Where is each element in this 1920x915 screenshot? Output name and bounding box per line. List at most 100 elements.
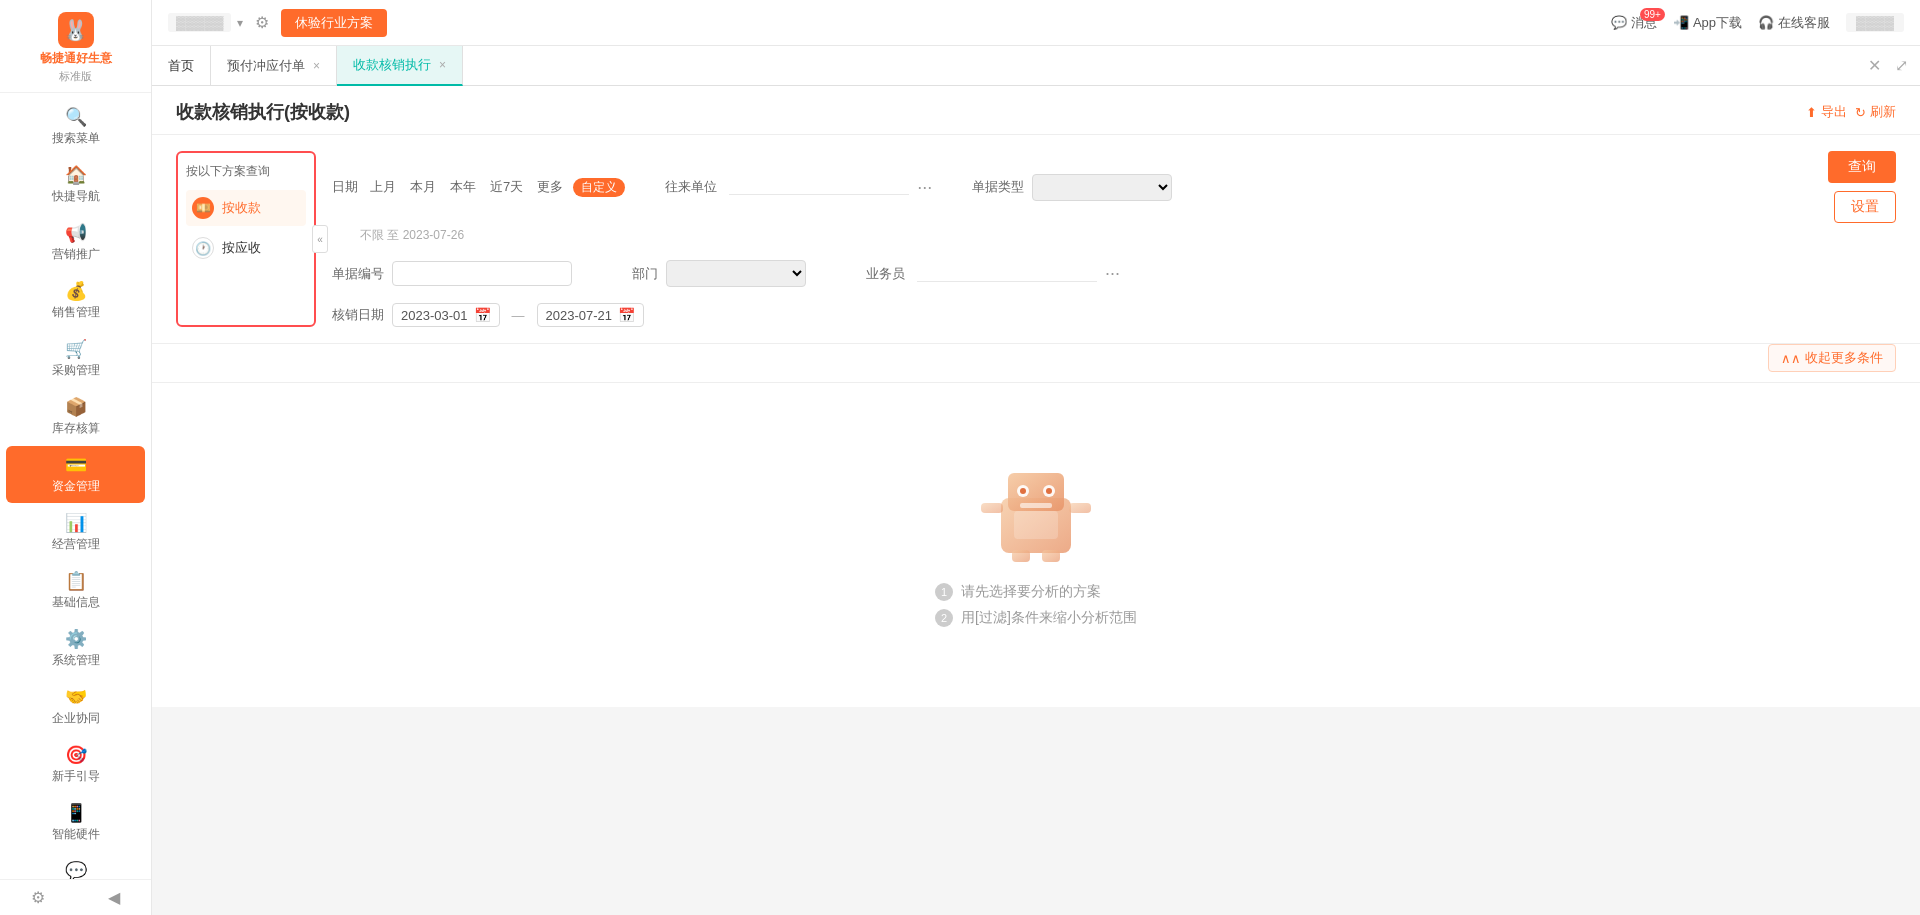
svg-rect-6 [1020, 503, 1052, 508]
svg-rect-11 [1069, 503, 1091, 513]
online-service-btn[interactable]: 🎧 在线客服 [1758, 14, 1830, 32]
sidebar-item-capital[interactable]: 💳 资金管理 [6, 446, 145, 503]
collapse-more-conditions-btn[interactable]: ∧∧ 收起更多条件 [1768, 344, 1896, 372]
close-tab-icon[interactable]: ✕ [1864, 52, 1885, 79]
filter-main: 日期 上月 本月 本年 近7天 更多 自定义 往来单位 ·· [332, 151, 1896, 327]
counterparty-field: 往来单位 ··· [665, 177, 932, 198]
settings-btn[interactable]: 设置 [1834, 191, 1896, 223]
wechat-icon: 💬 [65, 860, 87, 879]
sidebar-label-operation: 经营管理 [52, 536, 100, 553]
this-month-btn[interactable]: 本月 [406, 176, 440, 198]
sidebar-item-wechat[interactable]: 💬 企业微信 [6, 852, 145, 879]
tab-prepay[interactable]: 预付冲应付单 × [211, 46, 337, 86]
writeoff-date-end-input[interactable]: 2023-07-21 📅 [537, 303, 645, 327]
sidebar-item-guide[interactable]: 🎯 新手引导 [6, 736, 145, 793]
more-date-btn[interactable]: 更多 [533, 176, 567, 198]
hardware-icon: 📱 [65, 802, 87, 824]
sidebar-item-basic-info[interactable]: 📋 基础信息 [6, 562, 145, 619]
tab-receivable-writeoff[interactable]: 收款核销执行 × [337, 46, 463, 86]
sidebar-item-cooperation[interactable]: 🤝 企业协同 [6, 678, 145, 735]
salesperson-more-icon[interactable]: ··· [1105, 263, 1120, 284]
svg-point-5 [1046, 488, 1052, 494]
sidebar-settings-btn[interactable]: ⚙ [31, 888, 45, 907]
sidebar-label-marketing: 营销推广 [52, 246, 100, 263]
cooperation-icon: 🤝 [65, 686, 87, 708]
empty-state: 1 请先选择要分析的方案 2 用[过滤]条件来缩小分析范围 [152, 383, 1920, 707]
sidebar-item-operation[interactable]: 📊 经营管理 [6, 504, 145, 561]
filter-option-receivable-label: 按应收 [222, 239, 261, 257]
page-title: 收款核销执行(按收款) [176, 100, 350, 124]
industry-btn[interactable]: 休验行业方案 [281, 9, 387, 37]
prepay-tab-label: 预付冲应付单 [227, 57, 305, 75]
dept-field: 部门 [632, 260, 806, 287]
sidebar-item-hardware[interactable]: 📱 智能硬件 [6, 794, 145, 851]
empty-tip-1: 1 请先选择要分析的方案 [935, 583, 1137, 601]
app-download-btn[interactable]: 📲 App下载 [1673, 14, 1742, 32]
writeoff-date-field: 核销日期 2023-03-01 📅 — 2023-07-21 📅 [332, 303, 644, 327]
calendar-icon-start: 📅 [474, 307, 491, 323]
date-shortcuts: 上月 本月 本年 近7天 更多 自定义 [366, 176, 625, 198]
custom-date-tag[interactable]: 自定义 [573, 178, 625, 197]
bill-type-select[interactable] [1032, 174, 1172, 201]
sidebar-footer: ⚙ ◀ [0, 879, 151, 915]
filter-collapse-row: ∧∧ 收起更多条件 [152, 344, 1920, 383]
topbar-settings-icon[interactable]: ⚙ [255, 13, 269, 32]
query-btn[interactable]: 查询 [1828, 151, 1896, 183]
sidebar-item-inventory[interactable]: 📦 库存核算 [6, 388, 145, 445]
svg-rect-7 [1014, 511, 1058, 539]
purchase-icon: 🛒 [65, 338, 87, 360]
last-month-btn[interactable]: 上月 [366, 176, 400, 198]
refresh-btn[interactable]: ↻ 刷新 [1855, 103, 1896, 121]
message-btn[interactable]: 💬 消息 99+ [1611, 14, 1657, 32]
sidebar-item-sales[interactable]: 💰 销售管理 [6, 272, 145, 329]
tab-home[interactable]: 首页 [152, 46, 211, 86]
svg-rect-9 [1042, 550, 1060, 562]
bill-no-field: 单据编号 [332, 261, 572, 286]
last-7days-btn[interactable]: 近7天 [486, 176, 527, 198]
filter-scheme-title: 按以下方案查询 [186, 163, 306, 180]
sidebar-item-quick-nav[interactable]: 🏠 快捷导航 [6, 156, 145, 213]
collapse-label: 收起更多条件 [1805, 349, 1883, 367]
receivable-writeoff-tab-close[interactable]: × [439, 58, 446, 72]
sidebar-label-quick-nav: 快捷导航 [52, 188, 100, 205]
filter-option-by-receipt[interactable]: 💴 按收款 [186, 190, 306, 226]
expand-tab-icon[interactable]: ⤢ [1891, 52, 1912, 79]
date-separator: — [508, 308, 529, 323]
topbar-dropdown-icon[interactable]: ▾ [237, 16, 243, 30]
collapse-icon: ∧∧ [1781, 351, 1801, 366]
sidebar-item-search[interactable]: 🔍 搜索菜单 [6, 98, 145, 155]
filter-sidebar-collapse-btn[interactable]: « [312, 225, 328, 253]
topbar: ▓▓▓▓▓ ▾ ⚙ 休验行业方案 💬 消息 99+ 📲 App下载 🎧 在线客服… [152, 0, 1920, 46]
sidebar-item-marketing[interactable]: 📢 营销推广 [6, 214, 145, 271]
home-icon: 🏠 [65, 164, 87, 186]
sidebar-item-purchase[interactable]: 🛒 采购管理 [6, 330, 145, 387]
this-year-btn[interactable]: 本年 [446, 176, 480, 198]
salesperson-field: 业务员 ··· [866, 263, 1120, 284]
salesperson-label: 业务员 [866, 265, 905, 283]
topbar-right: 💬 消息 99+ 📲 App下载 🎧 在线客服 ▓▓▓▓ [1611, 13, 1904, 32]
topbar-company-area: ▓▓▓▓▓ ▾ [168, 13, 243, 32]
filter-row-2: 单据编号 部门 业务员 ··· [332, 260, 1896, 287]
refresh-icon: ↻ [1855, 105, 1866, 120]
dept-select[interactable] [666, 260, 806, 287]
inventory-icon: 📦 [65, 396, 87, 418]
sidebar-nav: 🔍 搜索菜单 🏠 快捷导航 📢 营销推广 💰 销售管理 🛒 采购管理 📦 库存核… [0, 93, 151, 879]
writeoff-date-start-input[interactable]: 2023-03-01 📅 [392, 303, 500, 327]
counterparty-more-icon[interactable]: ··· [917, 177, 932, 198]
sidebar-collapse-btn[interactable]: ◀ [108, 888, 120, 907]
filter-option-by-receivable[interactable]: 🕐 按应收 [186, 230, 306, 266]
bill-no-input[interactable] [392, 261, 572, 286]
search-icon: 🔍 [65, 106, 87, 128]
system-icon: ⚙️ [65, 628, 87, 650]
sidebar-item-system[interactable]: ⚙️ 系统管理 [6, 620, 145, 677]
operation-icon: 📊 [65, 512, 87, 534]
app-logo-icon: 🐰 [58, 12, 94, 48]
svg-rect-8 [1012, 550, 1030, 562]
app-name: 畅捷通好生意 [40, 50, 112, 67]
filter-row-1: 日期 上月 本月 本年 近7天 更多 自定义 往来单位 ·· [332, 151, 1896, 223]
bill-type-field: 单据类型 [972, 174, 1172, 201]
export-btn[interactable]: ⬆ 导出 [1806, 103, 1847, 121]
prepay-tab-close[interactable]: × [313, 59, 320, 73]
app-download-label: App下载 [1693, 14, 1742, 32]
message-icon: 💬 [1611, 15, 1627, 30]
